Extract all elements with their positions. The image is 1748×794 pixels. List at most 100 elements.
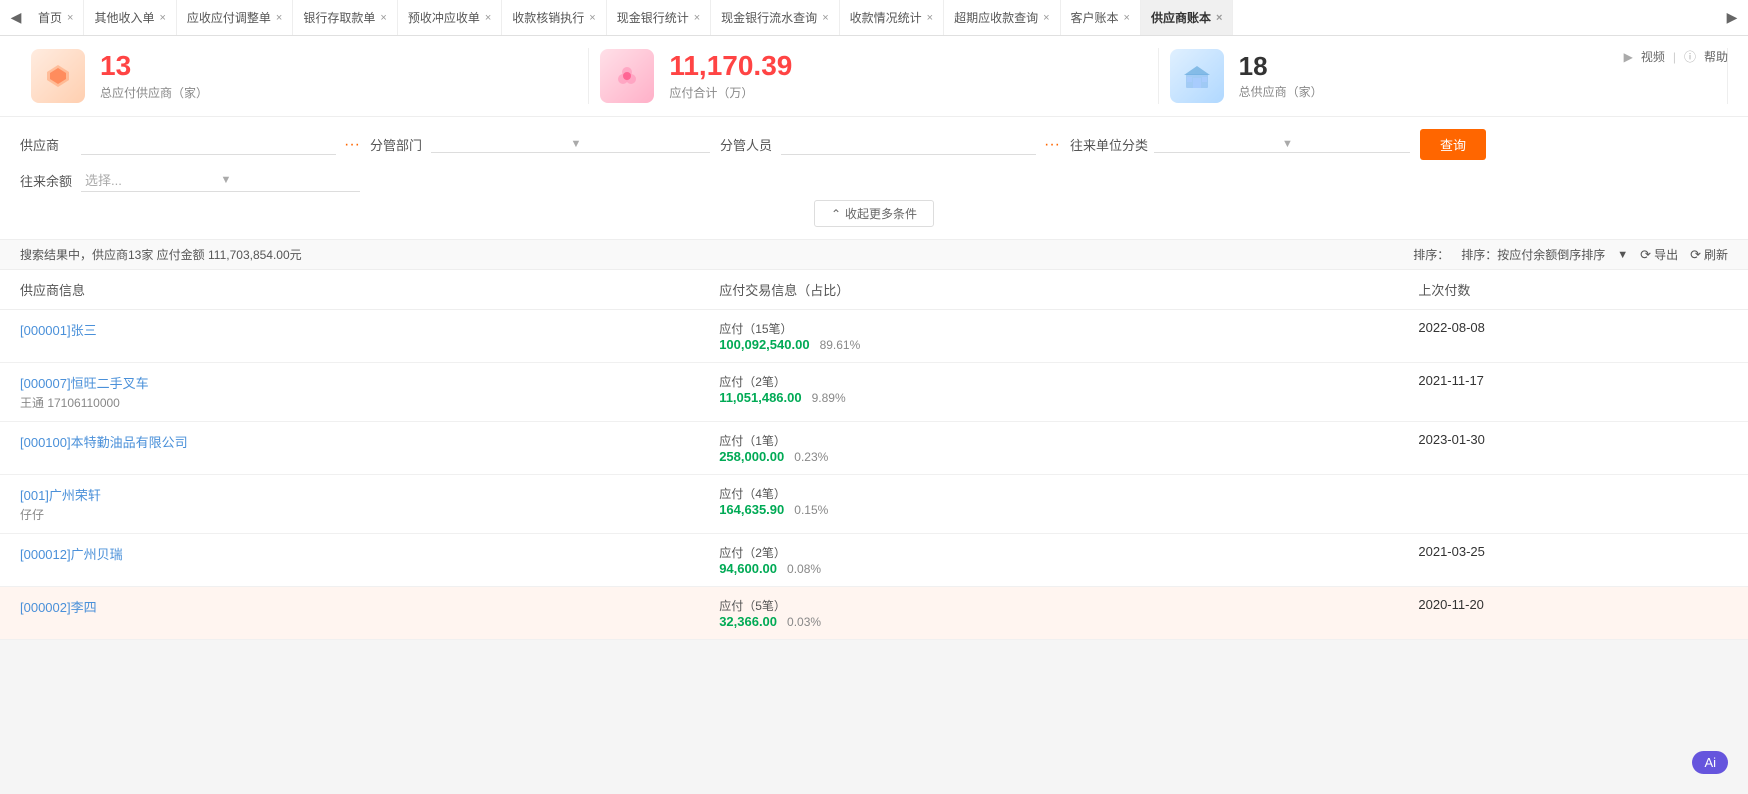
tab-item-6[interactable]: 现金银行统计× — [607, 0, 711, 36]
filter-dept: 分管部门 ▼ — [370, 135, 710, 154]
supplier-link-5[interactable]: [000002]李四 — [20, 600, 97, 615]
pay-cell-4: 2021-03-25 — [1398, 534, 1748, 587]
tx-cell-1: 应付（2笔） 11,051,486.00 9.89% — [699, 363, 1398, 422]
tab-close-1[interactable]: × — [159, 12, 165, 24]
supplier-link-0[interactable]: [000001]张三 — [20, 323, 97, 338]
supplier-cell-5: [000002]李四 — [0, 587, 699, 640]
filter-category: 往来单位分类 ▼ — [1070, 135, 1410, 154]
tab-nav-prev[interactable]: ◀ — [4, 0, 28, 36]
summary-card-payable-suppliers: 13 总应付供应商（家） — [20, 48, 589, 104]
supplier-sub-3: 仔仔 — [20, 506, 679, 523]
table-row: [000100]本特勤油品有限公司 应付（1笔） 258,000.00 0.23… — [0, 422, 1748, 475]
tab-item-9[interactable]: 超期应收款查询 × — [944, 0, 1060, 36]
table-header: 供应商信息 应付交易信息（占比） 上次付数 — [0, 270, 1748, 310]
supplier-link-3[interactable]: [001]广州荣轩 — [20, 488, 101, 503]
tx-amount-2[interactable]: 258,000.00 — [719, 449, 784, 464]
tx-amount-3[interactable]: 164,635.90 — [719, 502, 784, 517]
tab-close-0[interactable]: × — [67, 12, 73, 24]
diamond-icon — [30, 48, 86, 104]
table-row: [000002]李四 应付（5笔） 32,366.00 0.03% 2020-1… — [0, 587, 1748, 640]
export-icon: ⟳ — [1640, 247, 1651, 263]
tab-nav-next[interactable]: ▶ — [1720, 0, 1744, 36]
tab-item-4[interactable]: 预收冲应收单× — [398, 0, 502, 36]
export-label: 导出 — [1654, 246, 1678, 263]
tx-row-3: 164,635.90 0.15% — [719, 502, 1378, 517]
tab-item-3[interactable]: 银行存取款单× — [293, 0, 397, 36]
results-actions: 排序： 排序：按应付余额倒序排序 ▼ ⟳ 导出 ⟳ 刷新 — [1413, 246, 1728, 263]
tab-close-8[interactable]: × — [927, 12, 933, 24]
ai-badge[interactable]: Ai — [1692, 751, 1728, 774]
category-select[interactable]: ▼ — [1154, 136, 1410, 153]
payable-total-amount: 11,170.39 — [669, 51, 792, 82]
tx-row-2: 258,000.00 0.23% — [719, 449, 1378, 464]
person-dots[interactable]: ··· — [1044, 136, 1060, 154]
filter-row-1: 供应商 ··· 分管部门 ▼ 分管人员 ··· 往来单位分类 ▼ 查询 — [20, 129, 1728, 160]
supplier-link-2[interactable]: [000100]本特勤油品有限公司 — [20, 435, 188, 450]
tab-item-1[interactable]: 其他收入单× — [84, 0, 176, 36]
pay-cell-5: 2020-11-20 — [1398, 587, 1748, 640]
pay-cell-0: 2022-08-08 — [1398, 310, 1748, 363]
supplier-dots[interactable]: ··· — [344, 136, 360, 154]
balance-select[interactable]: 选择... ▼ — [81, 168, 360, 192]
sort-select[interactable]: 排序：按应付余额倒序排序 — [1461, 246, 1605, 263]
ai-label: Ai — [1704, 755, 1716, 770]
video-link[interactable]: 视频 — [1641, 48, 1665, 65]
tab-item-10[interactable]: 客户账本 × — [1061, 0, 1141, 36]
filter-person: 分管人员 ··· — [720, 135, 1060, 155]
tab-close-9[interactable]: × — [1043, 12, 1049, 24]
sort-arrow-icon: ▼ — [1617, 249, 1628, 261]
category-label: 往来单位分类 — [1070, 135, 1148, 154]
tab-label-5: 收款核销执行 — [512, 9, 584, 26]
tab-item-7[interactable]: 现金银行流水查询× — [711, 0, 839, 36]
tx-amount-5[interactable]: 32,366.00 — [719, 614, 777, 629]
tab-close-6[interactable]: × — [694, 12, 700, 24]
supplier-cell-1: [000007]恒旺二手叉车王通 17106110000 — [0, 363, 699, 422]
header-row: 供应商信息 应付交易信息（占比） 上次付数 — [0, 270, 1748, 310]
filter-row-2: 往来余额 选择... ▼ — [20, 168, 1728, 192]
tab-close-4[interactable]: × — [485, 12, 491, 24]
tx-pct-1: 9.89% — [812, 391, 846, 405]
payable-suppliers-label: 总应付供应商（家） — [100, 84, 208, 101]
tx-row-1: 11,051,486.00 9.89% — [719, 390, 1378, 405]
tab-close-10[interactable]: × — [1124, 12, 1130, 24]
last-pay-date-1: 2021-11-17 — [1418, 373, 1484, 388]
supplier-link-1[interactable]: [000007]恒旺二手叉车 — [20, 376, 149, 391]
help-link[interactable]: 帮助 — [1704, 48, 1728, 65]
dept-label: 分管部门 — [370, 135, 425, 154]
tx-pct-3: 0.15% — [794, 503, 828, 517]
tab-close-11[interactable]: × — [1216, 12, 1222, 24]
tab-close-3[interactable]: × — [380, 12, 386, 24]
refresh-button[interactable]: ⟳ 刷新 — [1690, 246, 1728, 263]
tab-close-5[interactable]: × — [589, 12, 595, 24]
table-row: [000007]恒旺二手叉车王通 17106110000 应付（2笔） 11,0… — [0, 363, 1748, 422]
video-icon: ▶ — [1624, 50, 1633, 64]
tab-item-5[interactable]: 收款核销执行 × — [502, 0, 606, 36]
collapse-up-icon: ⌃ — [831, 207, 841, 221]
person-input[interactable] — [781, 135, 1036, 155]
supplier-input[interactable] — [81, 135, 336, 155]
category-arrow-icon: ▼ — [1282, 138, 1406, 150]
tx-amount-1[interactable]: 11,051,486.00 — [719, 390, 801, 405]
tab-label-9: 超期应收款查询 — [954, 9, 1038, 26]
tab-item-8[interactable]: 收款情况统计× — [840, 0, 944, 36]
tx-amount-4[interactable]: 94,600.00 — [719, 561, 777, 576]
tx-amount-0[interactable]: 100,092,540.00 — [719, 337, 809, 352]
table-container: 供应商信息 应付交易信息（占比） 上次付数 [000001]张三 应付（15笔）… — [0, 270, 1748, 640]
tab-item-0[interactable]: 首页× — [28, 0, 84, 36]
supplier-sub-1: 王通 17106110000 — [20, 394, 679, 411]
tab-label-10: 客户账本 — [1071, 9, 1119, 26]
filter-balance: 往来余额 选择... ▼ — [20, 168, 360, 192]
pay-cell-2: 2023-01-30 — [1398, 422, 1748, 475]
tab-item-11[interactable]: 供应商账本× — [1141, 0, 1233, 36]
export-button[interactable]: ⟳ 导出 — [1640, 246, 1678, 263]
tab-item-2[interactable]: 应收应付调整单× — [177, 0, 293, 36]
supplier-link-4[interactable]: [000012]广州贝瑞 — [20, 547, 123, 562]
collapse-button[interactable]: ⌃ 收起更多条件 — [814, 200, 934, 227]
query-button[interactable]: 查询 — [1420, 129, 1486, 160]
tab-close-7[interactable]: × — [822, 12, 828, 24]
tab-close-2[interactable]: × — [276, 12, 282, 24]
results-bar: 搜索结果中，供应商13家 应付金额 111,703,854.00元 排序： 排序… — [0, 240, 1748, 270]
col-last-pay: 上次付数 — [1398, 270, 1748, 310]
dept-select[interactable]: ▼ — [431, 136, 710, 153]
summary-info-payable-suppliers: 13 总应付供应商（家） — [100, 51, 208, 101]
